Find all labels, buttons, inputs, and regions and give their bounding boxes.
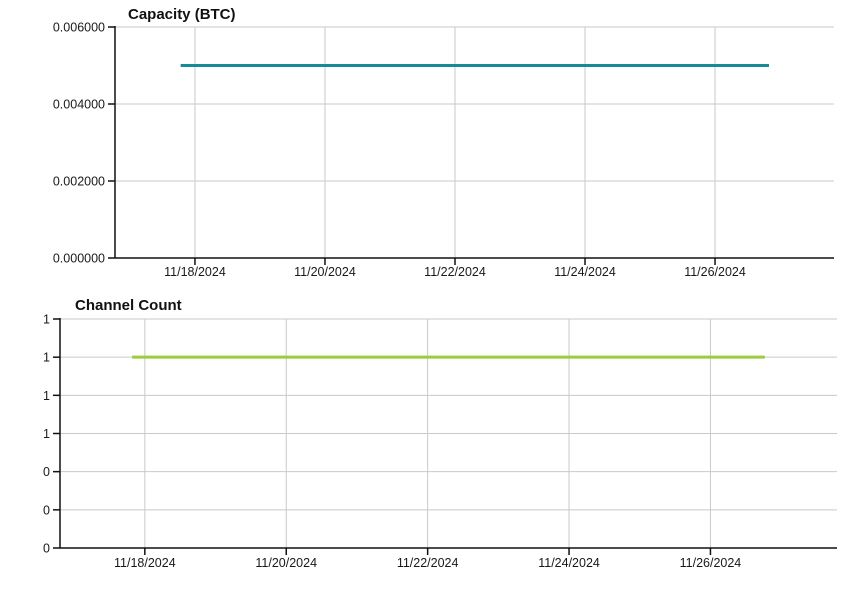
- x-tick-label: 11/18/2024: [164, 265, 226, 279]
- x-tick-label: 11/24/2024: [554, 265, 616, 279]
- x-tick-label: 11/20/2024: [255, 556, 317, 570]
- channel-count-plot: 1 1 1 1 0 0 0 11/18/2024 11/20/2024 11/22/2024 11/…: [43, 313, 837, 570]
- y-tick-label: 0.002000: [53, 175, 105, 189]
- y-tick-label: 1: [43, 351, 50, 365]
- x-tick-label: 11/20/2024: [294, 265, 356, 279]
- y-tick-label: 1: [43, 389, 50, 403]
- charts-canvas: 0.006000 0.004000 0.002000 0.000000 11/18/20…: [43, 21, 837, 570]
- x-tick-label: 11/22/2024: [397, 556, 459, 570]
- x-tick-label: 11/22/2024: [424, 265, 486, 279]
- capacity-btc-plot: 0.006000 0.004000 0.002000 0.000000 11/18/20…: [53, 21, 834, 279]
- charts-dashboard: Capacity (BTC) Channel Count 0.006000 0.0…: [0, 0, 860, 600]
- x-tick-label: 11/26/2024: [684, 265, 746, 279]
- x-tick-label: 11/24/2024: [538, 556, 600, 570]
- y-tick-label: 0: [43, 542, 50, 556]
- y-tick-label: 0.000000: [53, 252, 105, 266]
- y-tick-label: 1: [43, 313, 50, 327]
- y-tick-label: 0.004000: [53, 98, 105, 112]
- y-tick-label: 0: [43, 465, 50, 479]
- y-tick-label: 1: [43, 427, 50, 441]
- x-tick-label: 11/18/2024: [114, 556, 176, 570]
- y-tick-label: 0: [43, 503, 50, 517]
- x-tick-label: 11/26/2024: [680, 556, 742, 570]
- y-tick-label: 0.006000: [53, 21, 105, 35]
